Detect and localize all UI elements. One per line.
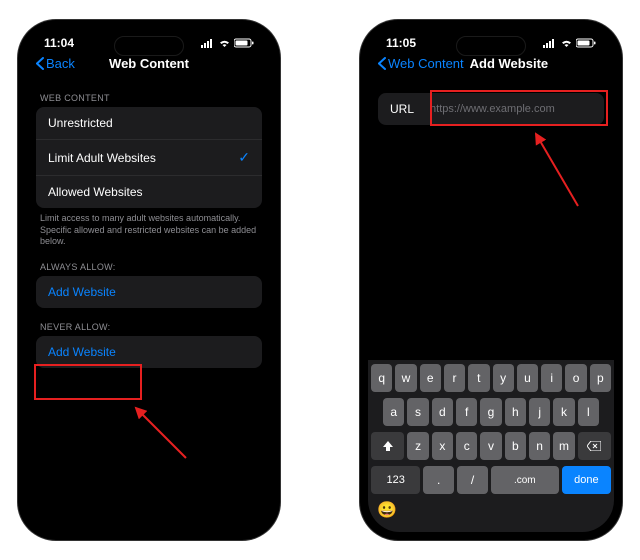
screen-right: 11:05 Web Content Add Website URL qwerty… <box>368 28 614 532</box>
add-website-never[interactable]: Add Website <box>36 336 262 368</box>
battery-icon <box>234 38 254 48</box>
backspace-key[interactable] <box>578 432 611 460</box>
web-content-group: Unrestricted Limit Adult Websites✓ Allow… <box>36 107 262 208</box>
keyboard-row-4: 123 . / .com done <box>371 466 611 494</box>
key-j[interactable]: j <box>529 398 550 426</box>
dynamic-island <box>114 36 184 56</box>
key-k[interactable]: k <box>553 398 574 426</box>
key-h[interactable]: h <box>505 398 526 426</box>
wifi-icon <box>560 38 573 48</box>
status-icons <box>201 38 254 48</box>
back-button[interactable]: Web Content <box>378 56 464 71</box>
wifi-icon <box>218 38 231 48</box>
back-label: Back <box>46 56 75 71</box>
url-label: URL <box>390 102 414 116</box>
section-footer: Limit access to many adult websites auto… <box>36 208 262 248</box>
highlight-box <box>34 364 142 400</box>
section-header-always-allow: ALWAYS ALLOW: <box>40 262 258 272</box>
phone-right: 11:05 Web Content Add Website URL qwerty… <box>360 20 622 540</box>
key-b[interactable]: b <box>505 432 526 460</box>
content: WEB CONTENT Unrestricted Limit Adult Web… <box>26 93 272 368</box>
key-l[interactable]: l <box>578 398 599 426</box>
key-u[interactable]: u <box>517 364 538 392</box>
key-e[interactable]: e <box>420 364 441 392</box>
arrow-annotation <box>518 126 598 216</box>
key-q[interactable]: q <box>371 364 392 392</box>
arrow-annotation <box>126 398 196 468</box>
always-allow-group: Add Website <box>36 276 262 308</box>
nav-bar: Back Web Content <box>26 52 272 79</box>
key-c[interactable]: c <box>456 432 477 460</box>
screen-left: 11:04 Back Web Content WEB CONTENT Unres… <box>26 28 272 532</box>
keyboard-row-1: qwertyuiop <box>371 364 611 392</box>
phone-left: 11:04 Back Web Content WEB CONTENT Unres… <box>18 20 280 540</box>
nav-bar: Web Content Add Website <box>368 52 614 79</box>
key-x[interactable]: x <box>432 432 453 460</box>
checkmark-icon: ✓ <box>238 149 250 166</box>
page-title: Add Website <box>470 56 549 71</box>
done-key[interactable]: done <box>562 466 611 494</box>
status-time: 11:04 <box>44 36 74 50</box>
back-label: Web Content <box>388 56 464 71</box>
signal-icon <box>543 38 557 48</box>
signal-icon <box>201 38 215 48</box>
key-a[interactable]: a <box>383 398 404 426</box>
chevron-left-icon <box>36 57 44 70</box>
section-header-never-allow: NEVER ALLOW: <box>40 322 258 332</box>
emoji-key[interactable]: 😀 <box>377 500 611 520</box>
url-row: URL <box>378 93 604 125</box>
keyboard-row-2: asdfghjkl <box>371 398 611 426</box>
keyboard: qwertyuiop asdfghjkl zxcvbnm 123 . / .co… <box>368 360 614 532</box>
key-m[interactable]: m <box>553 432 574 460</box>
back-button[interactable]: Back <box>36 56 75 71</box>
add-website-always[interactable]: Add Website <box>36 276 262 308</box>
chevron-left-icon <box>378 57 386 70</box>
key-o[interactable]: o <box>565 364 586 392</box>
key-r[interactable]: r <box>444 364 465 392</box>
battery-icon <box>576 38 596 48</box>
status-icons <box>543 38 596 48</box>
key-v[interactable]: v <box>480 432 501 460</box>
status-time: 11:05 <box>386 36 416 50</box>
option-allowed-only[interactable]: Allowed Websites <box>36 176 262 208</box>
key-y[interactable]: y <box>493 364 514 392</box>
page-title: Web Content <box>109 56 189 71</box>
shift-key[interactable] <box>371 432 404 460</box>
section-header-web-content: WEB CONTENT <box>40 93 258 103</box>
key-w[interactable]: w <box>395 364 416 392</box>
url-input[interactable] <box>430 103 592 115</box>
never-allow-group: Add Website <box>36 336 262 368</box>
content: URL <box>368 93 614 125</box>
option-limit-adult[interactable]: Limit Adult Websites✓ <box>36 140 262 176</box>
key-s[interactable]: s <box>407 398 428 426</box>
numbers-key[interactable]: 123 <box>371 466 420 494</box>
backspace-icon <box>587 441 601 451</box>
key-i[interactable]: i <box>541 364 562 392</box>
key-g[interactable]: g <box>480 398 501 426</box>
dynamic-island <box>456 36 526 56</box>
key-p[interactable]: p <box>590 364 611 392</box>
key-z[interactable]: z <box>407 432 428 460</box>
key-d[interactable]: d <box>432 398 453 426</box>
key-t[interactable]: t <box>468 364 489 392</box>
key-n[interactable]: n <box>529 432 550 460</box>
dot-key[interactable]: . <box>423 466 454 494</box>
dotcom-key[interactable]: .com <box>491 466 559 494</box>
shift-icon <box>382 440 394 452</box>
slash-key[interactable]: / <box>457 466 488 494</box>
key-f[interactable]: f <box>456 398 477 426</box>
keyboard-row-3: zxcvbnm <box>371 432 611 460</box>
option-unrestricted[interactable]: Unrestricted <box>36 107 262 140</box>
